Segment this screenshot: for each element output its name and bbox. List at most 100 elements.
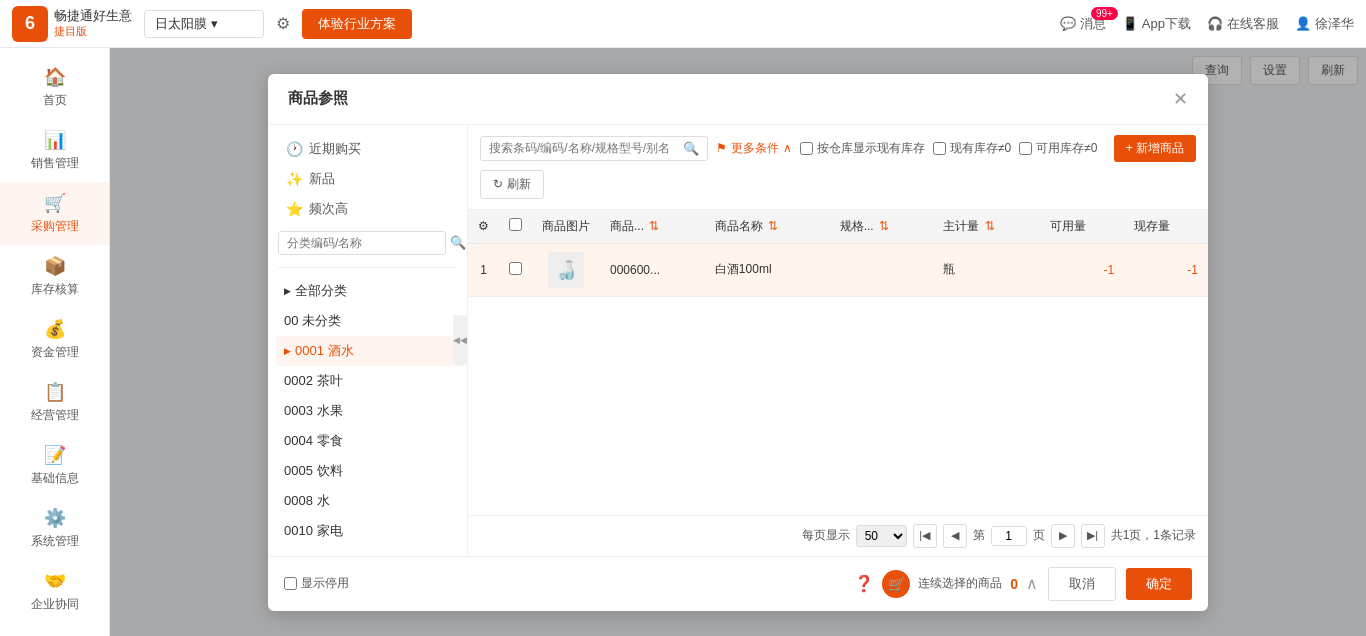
- sidebar-item-collab[interactable]: 🤝 企业协同: [0, 560, 109, 623]
- sidebar-label-finance: 资金管理: [31, 344, 79, 361]
- cancel-button[interactable]: 取消: [1048, 567, 1116, 601]
- collapse-arrow-icon: ◀◀: [453, 335, 467, 345]
- cat-item-00[interactable]: 00 未分类: [276, 306, 465, 336]
- page-label-2: 页: [1033, 527, 1045, 544]
- checkbox-nonzero-stock-input[interactable]: [933, 142, 946, 155]
- category-search-icon[interactable]: 🔍: [450, 235, 466, 250]
- prev-page-button[interactable]: ◀: [943, 524, 967, 548]
- cat-item-0003[interactable]: 0003 水果: [276, 396, 465, 426]
- page-label: 第: [973, 527, 985, 544]
- col-name[interactable]: 商品名称 ⇅: [705, 210, 830, 244]
- row-stock: -1: [1124, 243, 1208, 296]
- main-content: 查询 设置 刷新 商品参照 ✕: [110, 48, 1366, 636]
- cat-item-0008[interactable]: 0008 水: [276, 486, 465, 516]
- filter-button[interactable]: ⚑ 更多条件 ∧: [716, 140, 792, 157]
- sidebar-label-system: 系统管理: [31, 533, 79, 550]
- sidebar-item-system[interactable]: ⚙️ 系统管理: [0, 497, 109, 560]
- sidebar-label-basic: 基础信息: [31, 470, 79, 487]
- settings-icon[interactable]: ⚙: [276, 14, 290, 33]
- sidebar-item-guide[interactable]: 📖 新手引导: [0, 623, 109, 636]
- show-disabled-checkbox[interactable]: 显示停用: [284, 575, 349, 592]
- modal-close-button[interactable]: ✕: [1173, 88, 1188, 110]
- table-row[interactable]: 1 🍶: [468, 243, 1208, 296]
- sidebar-item-business[interactable]: 📋 经营管理: [0, 371, 109, 434]
- row-checkbox[interactable]: [509, 262, 522, 275]
- cat-label-0004: 0004 零食: [284, 432, 343, 450]
- confirm-button[interactable]: 确定: [1126, 568, 1192, 600]
- sidebar-item-purchase[interactable]: 🛒 采购管理: [0, 182, 109, 245]
- sales-icon: 📊: [44, 129, 66, 151]
- sidebar-item-basic[interactable]: 📝 基础信息: [0, 434, 109, 497]
- cart-button[interactable]: 🛒: [882, 570, 910, 598]
- category-tree: ▶ 全部分类 00 未分类 ▶ 0001 酒水 0002 茶: [268, 276, 467, 546]
- logo-icon: 6: [12, 6, 48, 42]
- star-icon: ⭐: [286, 201, 303, 217]
- checkbox-warehouse[interactable]: 按仓库显示现有库存: [800, 140, 925, 157]
- category-search-input[interactable]: [278, 231, 446, 255]
- online-service-button[interactable]: 🎧 在线客服: [1207, 15, 1279, 33]
- help-icon[interactable]: ❓: [854, 574, 874, 593]
- col-unit[interactable]: 主计量 ⇅: [933, 210, 1040, 244]
- user-avatar-button[interactable]: 👤 徐泽华: [1295, 15, 1354, 33]
- cat-item-0002[interactable]: 0002 茶叶: [276, 366, 465, 396]
- col-available-label: 可用量: [1050, 219, 1086, 233]
- next-page-button[interactable]: ▶: [1051, 524, 1075, 548]
- cat-item-all[interactable]: ▶ 全部分类: [276, 276, 465, 306]
- quick-item-recent[interactable]: 🕐 近期购买: [278, 135, 457, 163]
- checkbox-nonzero-available-input[interactable]: [1019, 142, 1032, 155]
- cat-item-0001[interactable]: ▶ 0001 酒水: [276, 336, 465, 366]
- sidebar-item-finance[interactable]: 💰 资金管理: [0, 308, 109, 371]
- quick-item-frequent[interactable]: ⭐ 频次高: [278, 195, 457, 223]
- checkbox-warehouse-input[interactable]: [800, 142, 813, 155]
- trial-button[interactable]: 体验行业方案: [302, 9, 412, 39]
- first-page-button[interactable]: |◀: [913, 524, 937, 548]
- sidebar-item-home[interactable]: 🏠 首页: [0, 56, 109, 119]
- row-image-cell: 🍶: [532, 243, 600, 296]
- cat-item-0004[interactable]: 0004 零食: [276, 426, 465, 456]
- quick-label-new: 新品: [309, 170, 335, 188]
- store-selector[interactable]: 日太阳膜 ▾: [144, 10, 264, 38]
- show-disabled-input[interactable]: [284, 577, 297, 590]
- page-input[interactable]: [991, 526, 1027, 546]
- basic-icon: 📝: [44, 444, 66, 466]
- cat-arrow-all: ▶: [284, 286, 291, 296]
- sidebar-item-inventory[interactable]: 📦 库存核算: [0, 245, 109, 308]
- table-settings-icon[interactable]: ⚙: [478, 219, 489, 233]
- product-search-input[interactable]: [489, 141, 679, 155]
- cat-item-0010[interactable]: 0010 家电: [276, 516, 465, 546]
- panel-collapse-button[interactable]: ◀◀: [453, 315, 467, 365]
- row-unit: 瓶: [933, 243, 1040, 296]
- page-size-label: 每页显示: [802, 527, 850, 544]
- messages-button[interactable]: 💬 消息 99+: [1060, 15, 1106, 33]
- sidebar-label-business: 经营管理: [31, 407, 79, 424]
- checkbox-nonzero-available[interactable]: 可用库存≠0: [1019, 140, 1097, 157]
- cat-label-0002: 0002 茶叶: [284, 372, 343, 390]
- logo-area: 6 畅捷通好生意 捷目版: [12, 6, 132, 42]
- select-all-checkbox[interactable]: [509, 218, 522, 231]
- navbar: 6 畅捷通好生意 捷目版 日太阳膜 ▾ ⚙ 体验行业方案 💬 消息 99+ 📱 …: [0, 0, 1366, 48]
- panel-divider: [278, 267, 457, 268]
- modal-header: 商品参照 ✕: [268, 74, 1208, 125]
- add-product-button[interactable]: + 新增商品: [1114, 135, 1196, 162]
- modal-overlay: 商品参照 ✕ 🕐 近期购买 ✨: [110, 48, 1366, 636]
- search-icon[interactable]: 🔍: [683, 141, 699, 156]
- message-icon: 💬: [1060, 16, 1076, 31]
- last-page-button[interactable]: ▶|: [1081, 524, 1105, 548]
- cat-item-0005[interactable]: 0005 饮料: [276, 456, 465, 486]
- quick-access: 🕐 近期购买 ✨ 新品 ⭐ 频次高: [268, 135, 467, 223]
- sidebar-item-sales[interactable]: 📊 销售管理: [0, 119, 109, 182]
- page-size-select[interactable]: 50 100 200: [856, 525, 907, 547]
- cart-icon: 🛒: [888, 576, 905, 592]
- pagination: 每页显示 50 100 200 |◀ ◀ 第 页 ▶: [468, 515, 1208, 556]
- checkbox-nonzero-stock[interactable]: 现有库存≠0: [933, 140, 1011, 157]
- app-download-button[interactable]: 📱 App下载: [1122, 15, 1191, 33]
- inventory-icon: 📦: [44, 255, 66, 277]
- quick-item-new[interactable]: ✨ 新品: [278, 165, 457, 193]
- logo-sub: 捷目版: [54, 24, 132, 39]
- collapse-cart-icon[interactable]: ∧: [1026, 574, 1038, 593]
- cat-label-0005: 0005 饮料: [284, 462, 343, 480]
- col-spec[interactable]: 规格... ⇅: [830, 210, 934, 244]
- refresh-button[interactable]: ↻ 刷新: [480, 170, 544, 199]
- sidebar-label-home: 首页: [43, 92, 67, 109]
- col-code[interactable]: 商品... ⇅: [600, 210, 705, 244]
